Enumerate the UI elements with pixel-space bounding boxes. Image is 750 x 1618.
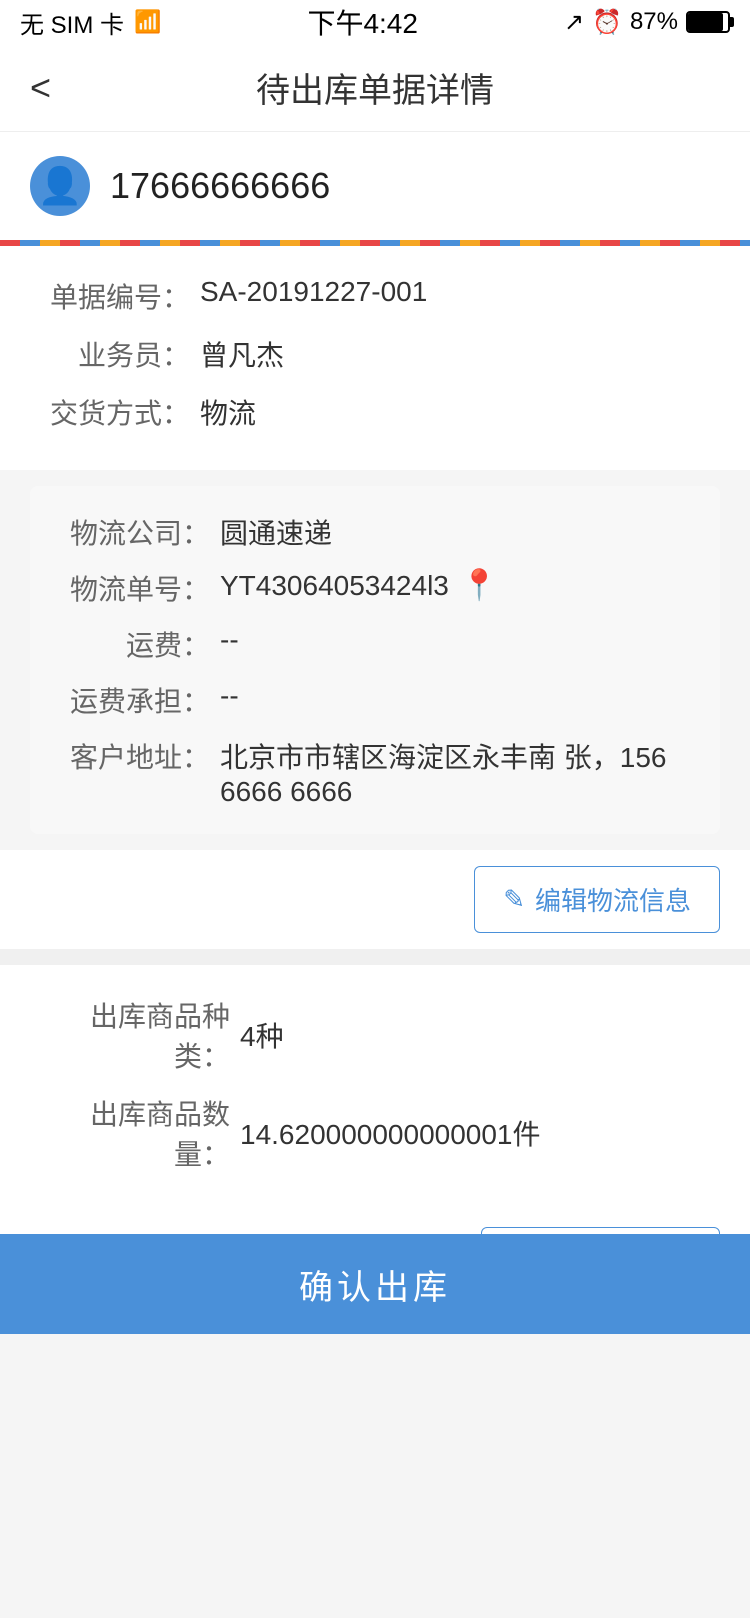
- logistics-company-label: 物流公司：: [60, 512, 220, 552]
- goods-quantity-label: 出库商品数量：: [40, 1093, 240, 1173]
- confirm-button-label: 确认出库: [299, 1260, 451, 1309]
- status-time: 下午4:42: [307, 2, 418, 42]
- edit-logistics-label: 编辑物流信息: [535, 881, 691, 918]
- back-button[interactable]: <: [30, 67, 51, 109]
- tracking-number-value: YT43064053424l3 📍: [220, 568, 690, 603]
- alarm-icon: ⏰: [592, 8, 622, 37]
- location-icon: ↗: [564, 8, 584, 37]
- logistics-card: 物流公司： 圆通速递 物流单号： YT43064053424l3 📍 运费： -…: [30, 486, 720, 834]
- delivery-method-value: 物流: [200, 392, 710, 432]
- battery-icon: [686, 11, 730, 33]
- goods-types-value: 4种: [240, 1015, 284, 1055]
- edit-logistics-section: ✎ 编辑物流信息: [0, 850, 750, 949]
- delivery-method-row: 交货方式： 物流: [40, 392, 710, 432]
- nav-bar: < 待出库单据详情: [0, 44, 750, 132]
- goods-section: 出库商品种类： 4种 出库商品数量： 14.620000000000001件: [0, 965, 750, 1211]
- avatar: 👤: [30, 156, 90, 216]
- salesman-label: 业务员：: [40, 334, 200, 374]
- goods-types-row: 出库商品种类： 4种: [40, 995, 710, 1075]
- customer-header: 👤 17666666666: [0, 132, 750, 240]
- avatar-icon: 👤: [38, 165, 83, 207]
- address-row: 客户地址： 北京市市辖区海淀区永丰南 张，156 6666 6666: [60, 736, 690, 808]
- freight-value: --: [220, 624, 690, 656]
- goods-types-label: 出库商品种类：: [40, 995, 240, 1075]
- document-number-row: 单据编号： SA-20191227-001: [40, 276, 710, 316]
- document-number-label: 单据编号：: [40, 276, 200, 316]
- battery-percent: 87%: [630, 8, 678, 36]
- freight-bearer-row: 运费承担： --: [60, 680, 690, 720]
- salesman-row: 业务员： 曾凡杰: [40, 334, 710, 374]
- map-pin-icon[interactable]: 📍: [461, 568, 498, 603]
- goods-quantity-row: 出库商品数量： 14.620000000000001件: [40, 1093, 710, 1173]
- section-separator: [0, 949, 750, 965]
- freight-bearer-value: --: [220, 680, 690, 712]
- logistics-company-row: 物流公司： 圆通速递: [60, 512, 690, 552]
- status-bar: 无 SIM 卡 📶 下午4:42 ↗ ⏰ 87%: [0, 0, 750, 44]
- edit-icon: ✎: [503, 884, 525, 915]
- address-value: 北京市市辖区海淀区永丰南 张，156 6666 6666: [220, 736, 690, 808]
- freight-bearer-label: 运费承担：: [60, 680, 220, 720]
- wifi-icon: 📶: [134, 9, 161, 35]
- freight-label: 运费：: [60, 624, 220, 664]
- freight-row: 运费： --: [60, 624, 690, 664]
- spacer: [0, 1318, 750, 1498]
- address-label: 客户地址：: [60, 736, 220, 776]
- page-title: 待出库单据详情: [256, 63, 494, 112]
- salesman-value: 曾凡杰: [200, 334, 710, 374]
- confirm-bar[interactable]: 确认出库: [0, 1234, 750, 1334]
- order-info-section: 单据编号： SA-20191227-001 业务员： 曾凡杰 交货方式： 物流: [0, 246, 750, 470]
- logistics-company-value: 圆通速递: [220, 512, 690, 552]
- tracking-number-label: 物流单号：: [60, 568, 220, 608]
- document-number-value: SA-20191227-001: [200, 276, 710, 308]
- status-left: 无 SIM 卡 📶: [20, 5, 161, 40]
- carrier-text: 无 SIM 卡: [20, 5, 124, 40]
- tracking-number-row: 物流单号： YT43064053424l3 📍: [60, 568, 690, 608]
- status-right: ↗ ⏰ 87%: [564, 8, 730, 37]
- delivery-method-label: 交货方式：: [40, 392, 200, 432]
- customer-phone: 17666666666: [110, 165, 330, 207]
- tracking-number-text: YT43064053424l3: [220, 570, 449, 602]
- goods-quantity-value: 14.620000000000001件: [240, 1113, 541, 1153]
- edit-logistics-button[interactable]: ✎ 编辑物流信息: [474, 866, 720, 933]
